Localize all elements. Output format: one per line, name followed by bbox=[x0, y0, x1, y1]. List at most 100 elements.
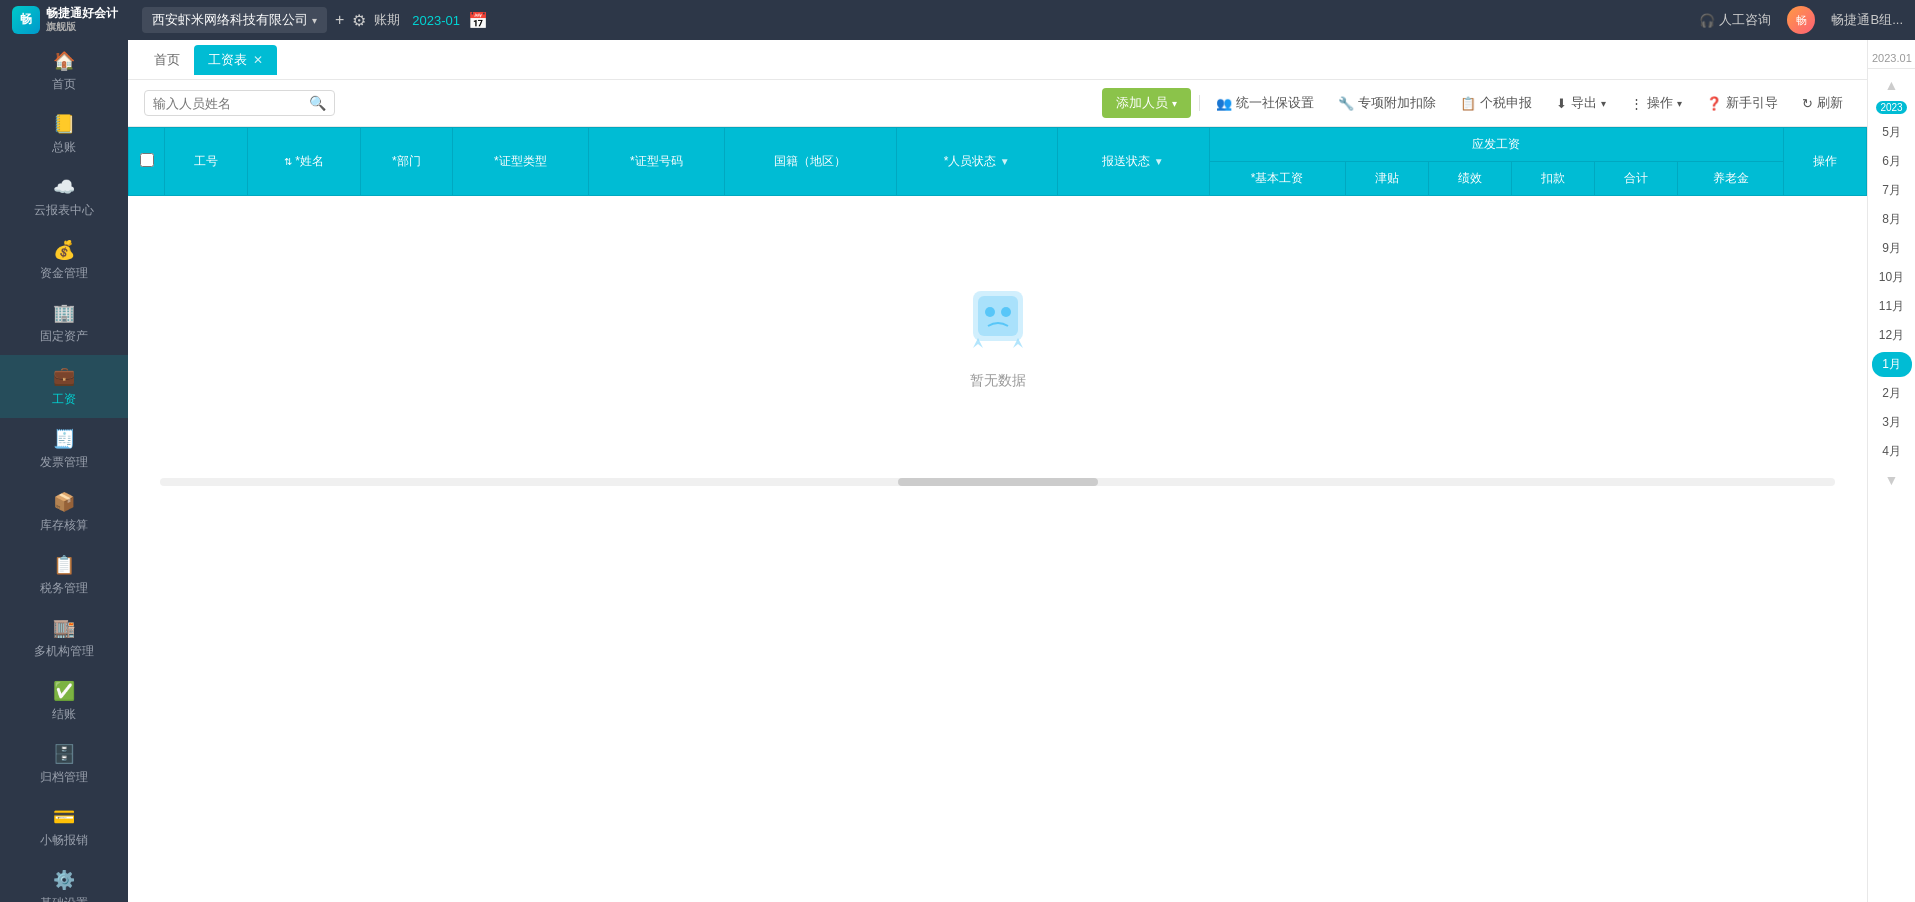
export-button[interactable]: ⬇ 导出 ▾ bbox=[1548, 90, 1614, 116]
special-deduction-icon: 🔧 bbox=[1338, 96, 1354, 111]
empty-icon bbox=[958, 276, 1038, 356]
avatar: 畅 bbox=[1787, 6, 1815, 34]
sidebar-item-expense[interactable]: 💳 小畅报销 bbox=[0, 796, 128, 859]
sidebar-item-tax[interactable]: 📋 税务管理 bbox=[0, 544, 128, 607]
wage-table: 工号 ⇅ *姓名 *部门 *证型类型 *证型号码 国籍（地区） *人员状态 ▼ bbox=[128, 127, 1867, 196]
th-staff-status: *人员状态 ▼ bbox=[896, 128, 1057, 196]
sidebar-icon-settle: ✅ bbox=[53, 680, 75, 702]
company-selector[interactable]: 西安虾米网络科技有限公司 ▾ bbox=[142, 7, 327, 33]
sidebar-label-home: 首页 bbox=[52, 76, 76, 93]
scroll-track[interactable] bbox=[160, 478, 1835, 486]
sidebar-label-invoice: 发票管理 bbox=[40, 454, 88, 471]
svg-point-2 bbox=[985, 307, 995, 317]
add-person-chevron-icon: ▾ bbox=[1172, 98, 1177, 109]
tab-wage[interactable]: 工资表 ✕ bbox=[194, 45, 277, 75]
sidebar-item-multi[interactable]: 🏬 多机构管理 bbox=[0, 607, 128, 670]
special-deduction-label: 专项附加扣除 bbox=[1358, 94, 1436, 112]
month-7[interactable]: 7月 bbox=[1872, 178, 1912, 203]
export-label: 导出 bbox=[1571, 94, 1597, 112]
sidebar-item-cloud[interactable]: ☁️ 云报表中心 bbox=[0, 166, 128, 229]
service-label: 人工咨询 bbox=[1719, 11, 1771, 29]
month-6[interactable]: 6月 bbox=[1872, 149, 1912, 174]
th-checkbox bbox=[129, 128, 165, 196]
scroll-thumb[interactable] bbox=[898, 478, 1098, 486]
th-wage-group: 应发工资 bbox=[1209, 128, 1783, 162]
logo-subtitle: 旗舰版 bbox=[46, 20, 118, 34]
sidebar-icon-assets: 🏢 bbox=[53, 302, 75, 324]
right-panel-up-icon[interactable]: ▲ bbox=[1885, 77, 1899, 93]
company-name: 西安虾米网络科技有限公司 bbox=[152, 11, 308, 29]
search-wrap[interactable]: 🔍 bbox=[144, 90, 335, 116]
sidebar-icon-home: 🏠 bbox=[53, 50, 75, 72]
search-input[interactable] bbox=[153, 96, 303, 111]
logo-title: 畅捷通好会计 bbox=[46, 6, 118, 20]
table-container: 工号 ⇅ *姓名 *部门 *证型类型 *证型号码 国籍（地区） *人员状态 ▼ bbox=[128, 127, 1867, 902]
th-department: *部门 bbox=[360, 128, 452, 196]
sidebar-label-archive: 归档管理 bbox=[40, 769, 88, 786]
tab-home-label: 首页 bbox=[154, 51, 180, 69]
sidebar-icon-ledger: 📒 bbox=[53, 113, 75, 135]
tab-home[interactable]: 首页 bbox=[140, 45, 194, 75]
scroll-area bbox=[128, 470, 1867, 494]
svg-rect-1 bbox=[978, 296, 1018, 336]
special-deduction-button[interactable]: 🔧 专项附加扣除 bbox=[1330, 90, 1444, 116]
sidebar-icon-multi: 🏬 bbox=[53, 617, 75, 639]
sidebar-item-archive[interactable]: 🗄️ 归档管理 bbox=[0, 733, 128, 796]
logo-icon: 畅 bbox=[12, 6, 40, 34]
sidebar-label-ledger: 总账 bbox=[52, 139, 76, 156]
personal-tax-button[interactable]: 📋 个税申报 bbox=[1452, 90, 1540, 116]
month-11[interactable]: 11月 bbox=[1872, 294, 1912, 319]
sidebar-label-tax: 税务管理 bbox=[40, 580, 88, 597]
month-1[interactable]: 1月 bbox=[1872, 352, 1912, 377]
operations-button[interactable]: ⋮ 操作 ▾ bbox=[1622, 90, 1690, 116]
sidebar-icon-funds: 💰 bbox=[53, 239, 75, 261]
social-security-button[interactable]: 👥 统一社保设置 bbox=[1208, 90, 1322, 116]
sidebar-item-home[interactable]: 🏠 首页 bbox=[0, 40, 128, 103]
toolbar-right: 添加人员 ▾ 👥 统一社保设置 🔧 专项附加扣除 📋 个税申报 bbox=[1102, 88, 1851, 118]
th-number: 工号 bbox=[165, 128, 248, 196]
add-company-button[interactable]: + bbox=[335, 11, 344, 29]
service-button[interactable]: 🎧 人工咨询 bbox=[1699, 11, 1771, 29]
operations-chevron-icon: ▾ bbox=[1677, 98, 1682, 109]
sidebar-item-invoice[interactable]: 🧾 发票管理 bbox=[0, 418, 128, 481]
sidebar-label-expense: 小畅报销 bbox=[40, 832, 88, 849]
month-4[interactable]: 4月 bbox=[1872, 439, 1912, 464]
sidebar-item-settle[interactable]: ✅ 结账 bbox=[0, 670, 128, 733]
th-id-type: *证型类型 bbox=[452, 128, 588, 196]
month-2[interactable]: 2月 bbox=[1872, 381, 1912, 406]
period-value: 2023-01 bbox=[412, 13, 460, 28]
sidebar-item-inventory[interactable]: 📦 库存核算 bbox=[0, 481, 128, 544]
refresh-button[interactable]: ↻ 刷新 bbox=[1794, 90, 1851, 116]
guide-button[interactable]: ❓ 新手引导 bbox=[1698, 90, 1786, 116]
right-panel: 2023.01 ▲ 2023 5月 6月 7月 8月 9月 10月 11月 12… bbox=[1867, 40, 1915, 902]
sidebar-item-assets[interactable]: 🏢 固定资产 bbox=[0, 292, 128, 355]
sidebar-item-funds[interactable]: 💰 资金管理 bbox=[0, 229, 128, 292]
sidebar-item-wage[interactable]: 💼 工资 bbox=[0, 355, 128, 418]
search-icon: 🔍 bbox=[309, 95, 326, 111]
month-10[interactable]: 10月 bbox=[1872, 265, 1912, 290]
headset-icon: 🎧 bbox=[1699, 13, 1715, 28]
sidebar-label-cloud: 云报表中心 bbox=[34, 202, 94, 219]
month-12[interactable]: 12月 bbox=[1872, 323, 1912, 348]
month-8[interactable]: 8月 bbox=[1872, 207, 1912, 232]
select-all-checkbox[interactable] bbox=[140, 153, 154, 167]
sidebar-item-settings[interactable]: ⚙️ 基础设置 bbox=[0, 859, 128, 902]
settings-icon[interactable]: ⚙ bbox=[352, 11, 366, 30]
month-3[interactable]: 3月 bbox=[1872, 410, 1912, 435]
sidebar-icon-wage: 💼 bbox=[53, 365, 75, 387]
right-panel-period: 2023.01 bbox=[1868, 48, 1915, 69]
right-panel-down-icon[interactable]: ▼ bbox=[1885, 472, 1899, 488]
calendar-icon[interactable]: 📅 bbox=[468, 11, 488, 30]
add-person-button[interactable]: 添加人员 ▾ bbox=[1102, 88, 1191, 118]
sidebar-item-ledger[interactable]: 📒 总账 bbox=[0, 103, 128, 166]
tab-wage-close-icon[interactable]: ✕ bbox=[253, 53, 263, 67]
month-5[interactable]: 5月 bbox=[1872, 120, 1912, 145]
top-bar-right: 🎧 人工咨询 畅 畅捷通B组... bbox=[1699, 6, 1903, 34]
sidebar-label-settle: 结账 bbox=[52, 706, 76, 723]
guide-label: 新手引导 bbox=[1726, 94, 1778, 112]
month-9[interactable]: 9月 bbox=[1872, 236, 1912, 261]
submit-status-filter-icon[interactable]: ▼ bbox=[1154, 156, 1164, 167]
sidebar-icon-expense: 💳 bbox=[53, 806, 75, 828]
tab-bar: 首页 工资表 ✕ bbox=[128, 40, 1867, 80]
staff-status-filter-icon[interactable]: ▼ bbox=[1000, 156, 1010, 167]
